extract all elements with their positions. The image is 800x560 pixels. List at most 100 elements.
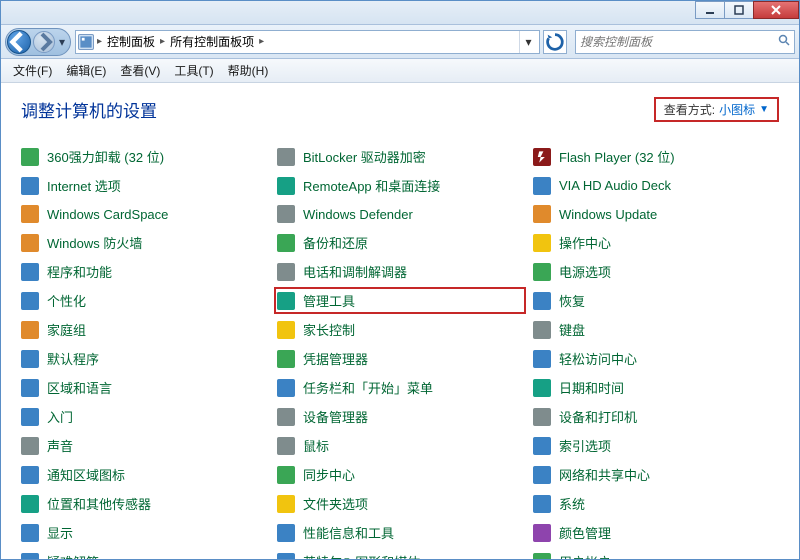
recovery-icon xyxy=(533,292,551,310)
item-windows-firewall[interactable]: Windows 防火墙 xyxy=(21,232,267,253)
display-icon xyxy=(21,524,39,542)
menu-file[interactable]: 文件(F) xyxy=(7,60,58,81)
item-sync-center[interactable]: 同步中心 xyxy=(277,464,523,485)
search-box[interactable] xyxy=(575,30,795,54)
defender-icon xyxy=(277,205,295,223)
item-backup-restore[interactable]: 备份和还原 xyxy=(277,232,523,253)
close-button[interactable] xyxy=(753,1,799,19)
location-icon xyxy=(21,495,39,513)
navigation-bar: ▾ ▸ 控制面板 ▸ 所有控制面板项 ▸ ▾ xyxy=(1,25,799,59)
item-getting-started[interactable]: 入门 xyxy=(21,406,267,427)
item-color-management[interactable]: 颜色管理 xyxy=(533,522,779,543)
search-input[interactable] xyxy=(580,35,778,49)
item-via-audio[interactable]: VIA HD Audio Deck xyxy=(533,175,779,196)
menu-help[interactable]: 帮助(H) xyxy=(222,60,275,81)
item-recovery[interactable]: 恢复 xyxy=(533,290,779,311)
item-admin-tools[interactable]: 管理工具 xyxy=(277,290,523,311)
item-region-language[interactable]: 区域和语言 xyxy=(21,377,267,398)
item-location-sensors[interactable]: 位置和其他传感器 xyxy=(21,493,267,514)
page-title: 调整计算机的设置 xyxy=(21,97,157,122)
user-icon xyxy=(533,553,551,560)
minimize-button[interactable] xyxy=(695,1,725,19)
color-icon xyxy=(533,524,551,542)
address-bar[interactable]: ▸ 控制面板 ▸ 所有控制面板项 ▸ ▾ xyxy=(75,30,540,54)
item-windows-update[interactable]: Windows Update xyxy=(533,204,779,224)
crumb-separator-icon: ▸ xyxy=(96,36,103,47)
personalization-icon xyxy=(21,292,39,310)
item-folder-options[interactable]: 文件夹选项 xyxy=(277,493,523,514)
crumb-separator-icon: ▸ xyxy=(258,36,265,47)
item-device-manager[interactable]: 设备管理器 xyxy=(277,406,523,427)
network-icon xyxy=(533,466,551,484)
view-by-value[interactable]: 小图标 xyxy=(719,101,755,118)
device-manager-icon xyxy=(277,408,295,426)
item-remoteapp[interactable]: RemoteApp 和桌面连接 xyxy=(277,175,523,196)
item-performance-info[interactable]: 性能信息和工具 xyxy=(277,522,523,543)
update-icon xyxy=(533,205,551,223)
menu-edit[interactable]: 编辑(E) xyxy=(60,60,112,81)
address-dropdown[interactable]: ▾ xyxy=(519,31,537,53)
menu-tools[interactable]: 工具(T) xyxy=(168,60,219,81)
item-homegroup[interactable]: 家庭组 xyxy=(21,319,267,340)
nav-history-dropdown[interactable]: ▾ xyxy=(55,35,69,49)
window-titlebar xyxy=(1,1,799,25)
item-taskbar-start[interactable]: 任务栏和「开始」菜单 xyxy=(277,377,523,398)
item-programs-features[interactable]: 程序和功能 xyxy=(21,261,267,282)
item-personalization[interactable]: 个性化 xyxy=(21,290,267,311)
forward-button[interactable] xyxy=(33,31,55,53)
item-user-accounts[interactable]: 用户帐户 xyxy=(533,551,779,559)
parental-icon xyxy=(277,321,295,339)
item-phone-modem[interactable]: 电话和调制解调器 xyxy=(277,261,523,282)
item-network-sharing[interactable]: 网络和共享中心 xyxy=(533,464,779,485)
breadcrumb-control-panel[interactable]: 控制面板 xyxy=(105,33,157,50)
item-credential-manager[interactable]: 凭据管理器 xyxy=(277,348,523,369)
sound-icon xyxy=(21,437,39,455)
item-devices-printers[interactable]: 设备和打印机 xyxy=(533,406,779,427)
menu-view[interactable]: 查看(V) xyxy=(114,60,166,81)
item-keyboard[interactable]: 键盘 xyxy=(533,319,779,340)
item-bitlocker[interactable]: BitLocker 驱动器加密 xyxy=(277,146,523,167)
keyboard-icon xyxy=(533,321,551,339)
breadcrumb-all-items[interactable]: 所有控制面板项 xyxy=(168,33,256,50)
item-power-options[interactable]: 电源选项 xyxy=(533,261,779,282)
taskbar-icon xyxy=(277,379,295,397)
flag-icon xyxy=(533,234,551,252)
notification-icon xyxy=(21,466,39,484)
item-display[interactable]: 显示 xyxy=(21,522,267,543)
item-indexing-options[interactable]: 索引选项 xyxy=(533,435,779,456)
item-notification-icons[interactable]: 通知区域图标 xyxy=(21,464,267,485)
crumb-separator-icon: ▸ xyxy=(159,36,166,47)
item-mouse[interactable]: 鼠标 xyxy=(277,435,523,456)
item-windows-cardspace[interactable]: Windows CardSpace xyxy=(21,204,267,224)
uninstall-icon xyxy=(21,148,39,166)
globe-icon xyxy=(21,177,39,195)
item-ease-of-access[interactable]: 轻松访问中心 xyxy=(533,348,779,369)
item-intel-graphics[interactable]: 英特尔® 图形和媒体 xyxy=(277,551,523,559)
admin-tools-icon xyxy=(277,292,295,310)
programs-icon xyxy=(21,263,39,281)
item-flash-player[interactable]: Flash Player (32 位) xyxy=(533,146,779,167)
item-action-center[interactable]: 操作中心 xyxy=(533,232,779,253)
view-by-selector[interactable]: 查看方式: 小图标 ▼ xyxy=(654,97,779,122)
view-by-label: 查看方式: xyxy=(664,101,715,118)
printer-icon xyxy=(533,408,551,426)
item-360-uninstall[interactable]: 360强力卸载 (32 位) xyxy=(21,146,267,167)
credential-icon xyxy=(277,350,295,368)
item-troubleshooting[interactable]: 疑难解答 xyxy=(21,551,267,559)
backup-icon xyxy=(277,234,295,252)
item-internet-options[interactable]: Internet 选项 xyxy=(21,175,267,196)
homegroup-icon xyxy=(21,321,39,339)
item-default-programs[interactable]: 默认程序 xyxy=(21,348,267,369)
item-sound[interactable]: 声音 xyxy=(21,435,267,456)
back-button[interactable] xyxy=(7,30,31,54)
item-system[interactable]: 系统 xyxy=(533,493,779,514)
maximize-button[interactable] xyxy=(724,1,754,19)
folder-icon xyxy=(277,495,295,513)
troubleshoot-icon xyxy=(21,553,39,560)
flash-icon xyxy=(533,148,551,166)
refresh-button[interactable] xyxy=(543,30,567,54)
heading-row: 调整计算机的设置 查看方式: 小图标 ▼ xyxy=(21,97,779,122)
item-date-time[interactable]: 日期和时间 xyxy=(533,377,779,398)
item-windows-defender[interactable]: Windows Defender xyxy=(277,204,523,224)
item-parental-controls[interactable]: 家长控制 xyxy=(277,319,523,340)
